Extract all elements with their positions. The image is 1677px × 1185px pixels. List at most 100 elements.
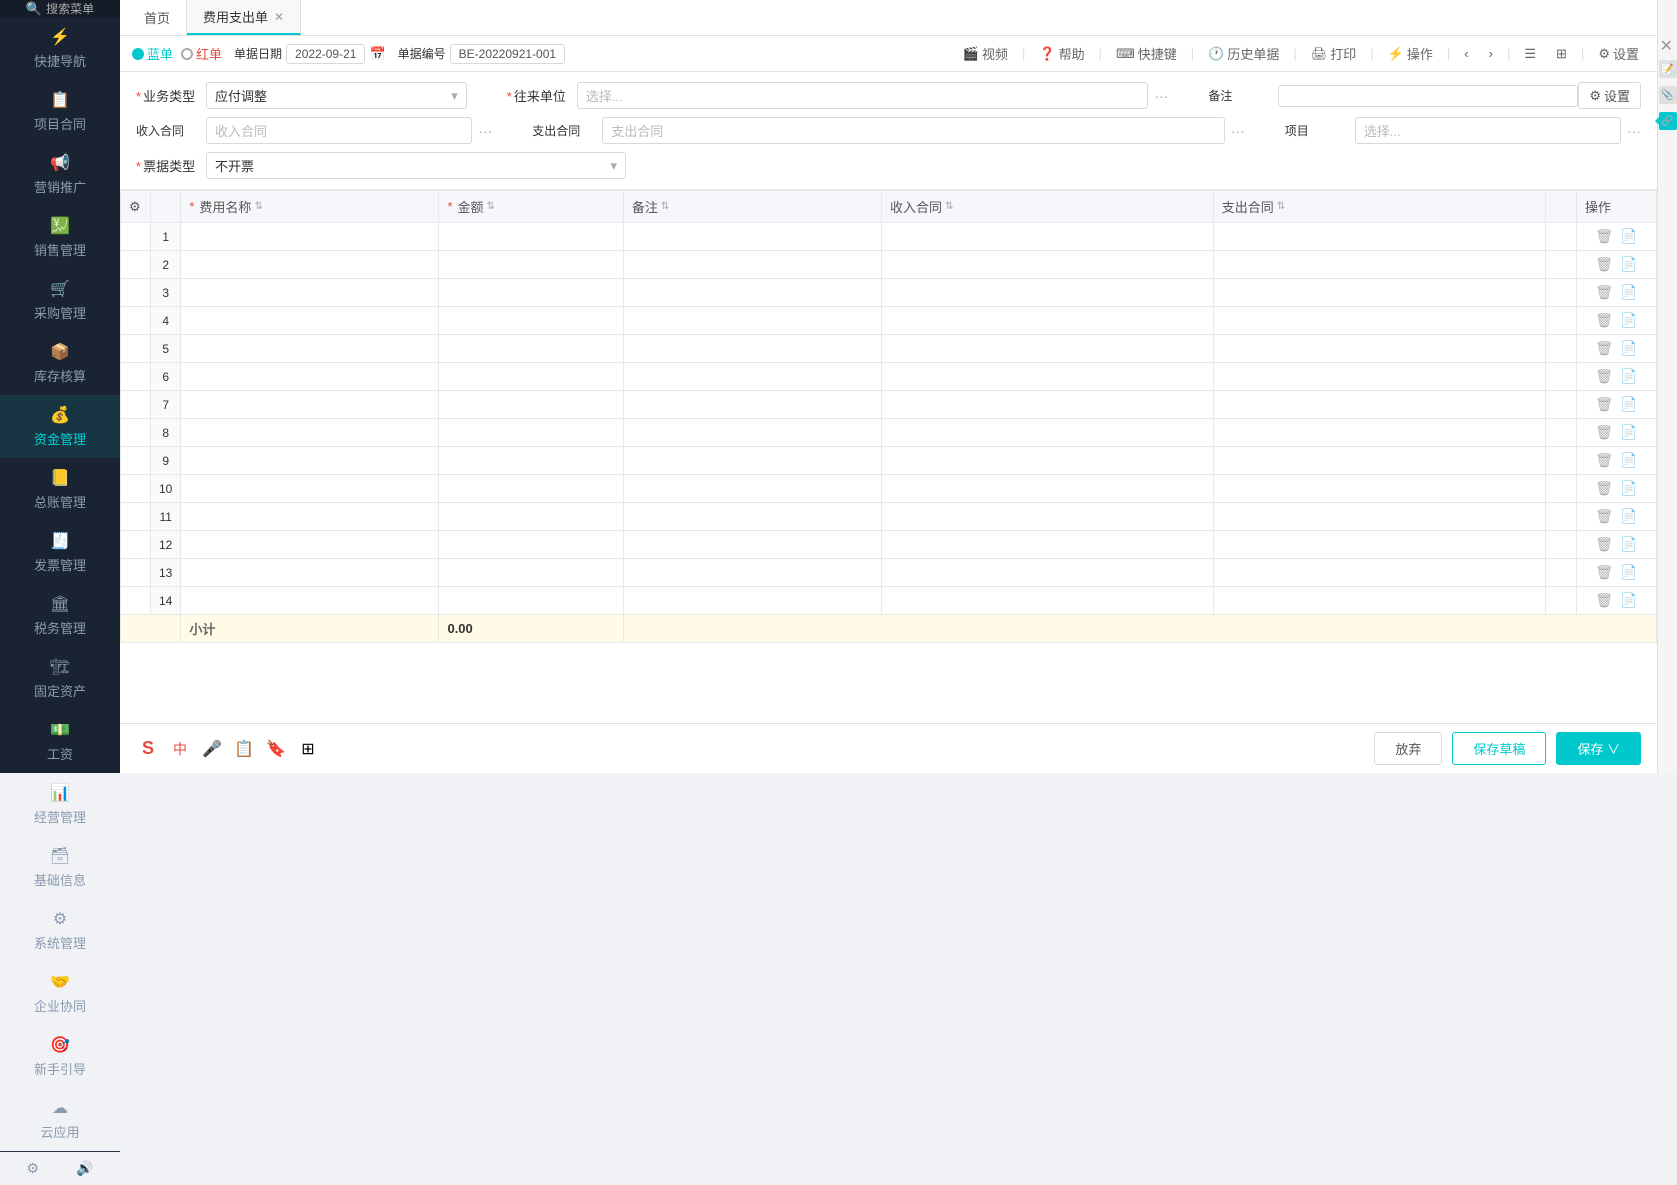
- bill-num-value[interactable]: BE-20220921-001: [450, 44, 565, 64]
- nav-prev-btn[interactable]: ‹: [1458, 44, 1474, 63]
- row-expense-contract-cell[interactable]: [1213, 559, 1545, 587]
- sort-icon-5[interactable]: ⇅: [1277, 201, 1285, 212]
- nav-next-btn[interactable]: ›: [1483, 44, 1499, 63]
- side-attachment-icon[interactable]: 📎: [1659, 86, 1677, 104]
- tab-close-icon[interactable]: ✕: [274, 10, 284, 24]
- delete-row-icon[interactable]: 🗑: [1595, 480, 1613, 496]
- copy-row-icon[interactable]: 📄: [1620, 592, 1637, 608]
- partner-more-icon[interactable]: ···: [1154, 88, 1168, 104]
- row-expense-contract-cell[interactable]: [1213, 307, 1545, 335]
- list-view-btn[interactable]: ☰: [1518, 44, 1542, 64]
- copy-icon[interactable]: 📋: [232, 737, 256, 761]
- copy-row-icon[interactable]: 📄: [1620, 424, 1637, 440]
- row-expense-name-cell[interactable]: [181, 307, 439, 335]
- row-expense-contract-cell[interactable]: [1213, 475, 1545, 503]
- sidebar-search[interactable]: 🔍 搜索菜单: [26, 0, 94, 17]
- delete-row-icon[interactable]: 🗑: [1595, 368, 1613, 384]
- row-income-contract-cell[interactable]: [881, 447, 1213, 475]
- sidebar-item-cloud[interactable]: ☁ 云应用: [0, 1088, 120, 1151]
- partner-select[interactable]: 选择...: [577, 82, 1149, 109]
- project-select[interactable]: 选择...: [1355, 117, 1621, 144]
- row-remark-cell[interactable]: [623, 307, 881, 335]
- row-expense-contract-cell[interactable]: [1213, 251, 1545, 279]
- grid-icon[interactable]: ⊞: [296, 737, 320, 761]
- income-more-icon[interactable]: ···: [478, 123, 492, 139]
- sidebar-item-tax[interactable]: 🏛 税务管理: [0, 584, 120, 647]
- row-remark-cell[interactable]: [623, 279, 881, 307]
- row-remark-cell[interactable]: [623, 531, 881, 559]
- settings-icon[interactable]: ⚙: [27, 1160, 40, 1177]
- sidebar-item-capital[interactable]: 💰 资金管理: [0, 395, 120, 458]
- remark-input[interactable]: [1278, 85, 1578, 107]
- row-expense-contract-cell[interactable]: [1213, 587, 1545, 615]
- zhong-icon[interactable]: 中: [168, 737, 192, 761]
- row-amount-cell[interactable]: [439, 307, 623, 335]
- sort-icon-4[interactable]: ⇅: [945, 201, 953, 212]
- expense-more-icon[interactable]: ···: [1231, 123, 1245, 139]
- sort-icon-2[interactable]: ⇅: [487, 201, 495, 212]
- sidebar-item-invoice[interactable]: 🧾 发票管理: [0, 521, 120, 584]
- mic-icon[interactable]: 🎤: [200, 737, 224, 761]
- row-amount-cell[interactable]: [439, 335, 623, 363]
- bookmark-icon[interactable]: 🔖: [264, 737, 288, 761]
- row-remark-cell[interactable]: [623, 251, 881, 279]
- row-remark-cell[interactable]: [623, 391, 881, 419]
- row-expense-name-cell[interactable]: [181, 391, 439, 419]
- copy-row-icon[interactable]: 📄: [1620, 564, 1637, 580]
- sidebar-item-ledger[interactable]: 📒 总账管理: [0, 458, 120, 521]
- sidebar-item-purchase[interactable]: 🛒 采购管理: [0, 269, 120, 332]
- row-amount-cell[interactable]: [439, 223, 623, 251]
- row-remark-cell[interactable]: [623, 559, 881, 587]
- row-income-contract-cell[interactable]: [881, 419, 1213, 447]
- copy-row-icon[interactable]: 📄: [1620, 228, 1637, 244]
- save-draft-button[interactable]: 保存草稿: [1452, 732, 1546, 765]
- row-income-contract-cell[interactable]: [881, 363, 1213, 391]
- delete-row-icon[interactable]: 🗑: [1595, 452, 1613, 468]
- row-income-contract-cell[interactable]: [881, 251, 1213, 279]
- video-btn[interactable]: 🎬 视频: [957, 42, 1014, 65]
- row-expense-name-cell[interactable]: [181, 419, 439, 447]
- tab-home[interactable]: 首页: [128, 0, 187, 35]
- delete-row-icon[interactable]: 🗑: [1595, 592, 1613, 608]
- delete-row-icon[interactable]: 🗑: [1595, 340, 1613, 356]
- sidebar-item-system[interactable]: ⚙ 系统管理: [0, 899, 120, 962]
- delete-row-icon[interactable]: 🗑: [1595, 424, 1613, 440]
- row-expense-name-cell[interactable]: [181, 503, 439, 531]
- sort-icon-1[interactable]: ⇅: [254, 201, 262, 212]
- help-btn[interactable]: ❓ 帮助: [1033, 42, 1090, 65]
- sidebar-item-quick[interactable]: ⚡ 快捷导航: [0, 17, 120, 80]
- row-remark-cell[interactable]: [623, 503, 881, 531]
- sidebar-item-inventory[interactable]: 📦 库存核算: [0, 332, 120, 395]
- row-expense-name-cell[interactable]: [181, 223, 439, 251]
- row-remark-cell[interactable]: [623, 363, 881, 391]
- row-income-contract-cell[interactable]: [881, 503, 1213, 531]
- row-expense-contract-cell[interactable]: [1213, 335, 1545, 363]
- sidebar-item-guide[interactable]: 🎯 新手引导: [0, 1025, 120, 1088]
- col-income-contract-header[interactable]: 收入合同 ⇅: [881, 191, 1213, 223]
- delete-row-icon[interactable]: 🗑: [1595, 284, 1613, 300]
- sidebar-item-base-info[interactable]: 🗃 基础信息: [0, 836, 120, 899]
- sidebar-item-project[interactable]: 📋 项目合同: [0, 80, 120, 143]
- copy-row-icon[interactable]: 📄: [1620, 452, 1637, 468]
- row-expense-contract-cell[interactable]: [1213, 223, 1545, 251]
- col-expense-name-header[interactable]: * 费用名称 ⇅: [181, 191, 439, 223]
- row-amount-cell[interactable]: [439, 419, 623, 447]
- row-income-contract-cell[interactable]: [881, 335, 1213, 363]
- row-remark-cell[interactable]: [623, 419, 881, 447]
- row-amount-cell[interactable]: [439, 363, 623, 391]
- side-note-icon[interactable]: 📝: [1659, 60, 1677, 78]
- audio-icon[interactable]: 🔊: [76, 1160, 93, 1177]
- settings-btn[interactable]: ⚙ 设置: [1592, 42, 1645, 65]
- copy-row-icon[interactable]: 📄: [1620, 368, 1637, 384]
- row-amount-cell[interactable]: [439, 559, 623, 587]
- abandon-button[interactable]: 放弃: [1374, 732, 1442, 765]
- copy-row-icon[interactable]: 📄: [1620, 536, 1637, 552]
- project-more-icon[interactable]: ···: [1627, 123, 1641, 139]
- sidebar-item-marketing[interactable]: 📢 营销推广: [0, 143, 120, 206]
- row-expense-name-cell[interactable]: [181, 559, 439, 587]
- row-amount-cell[interactable]: [439, 531, 623, 559]
- copy-row-icon[interactable]: 📄: [1620, 480, 1637, 496]
- sidebar-item-assets[interactable]: 🏗 固定资产: [0, 647, 120, 710]
- shortcut-btn[interactable]: ⌨ 快捷键: [1110, 42, 1183, 65]
- settings-btn-right[interactable]: ⚙ 设置: [1578, 82, 1641, 109]
